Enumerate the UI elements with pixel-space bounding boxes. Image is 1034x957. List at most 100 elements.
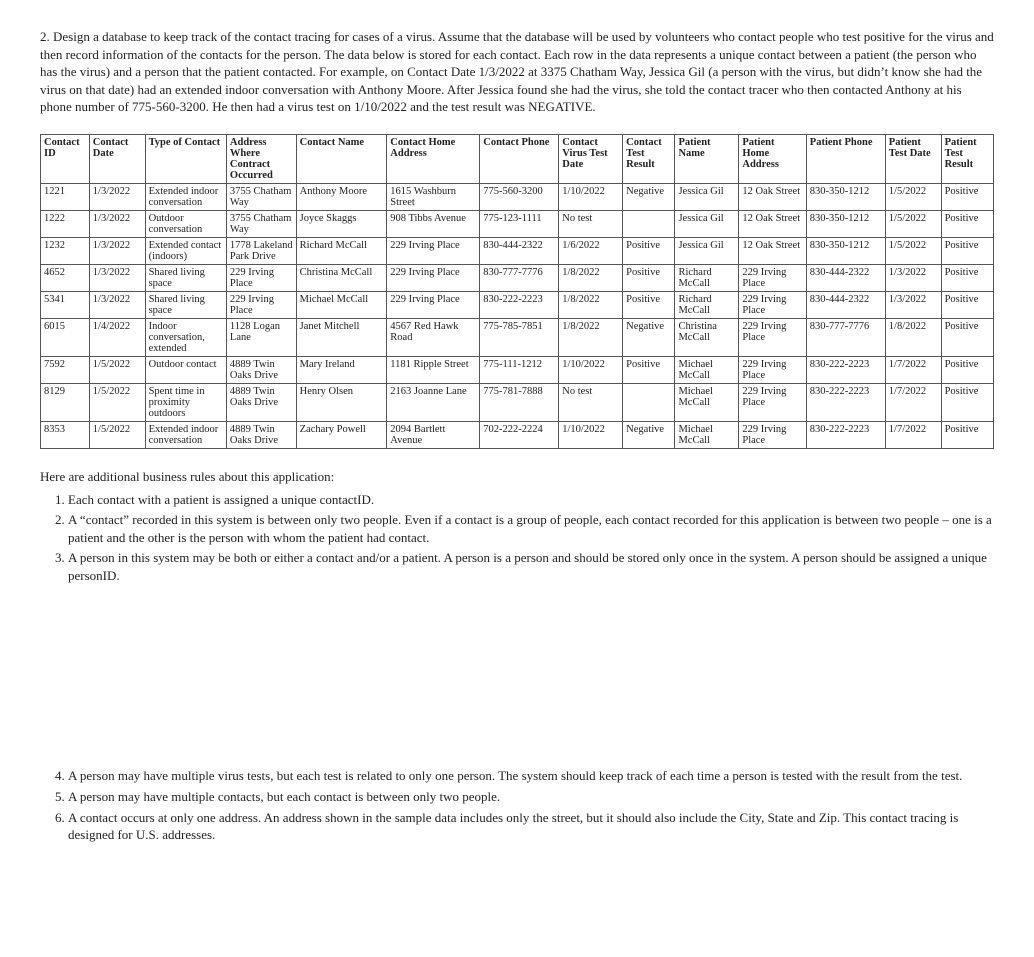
col-header: Type of Contact bbox=[145, 134, 226, 183]
table-cell: Michael McCall bbox=[296, 291, 387, 318]
table-cell: 2094 Bartlett Avenue bbox=[387, 421, 480, 448]
col-header: Patient Phone bbox=[806, 134, 885, 183]
table-cell: 830-222-2223 bbox=[806, 383, 885, 421]
table-cell: 3755 Chatham Way bbox=[226, 183, 296, 210]
table-cell: Richard McCall bbox=[296, 237, 387, 264]
table-cell: 1/3/2022 bbox=[89, 291, 145, 318]
table-cell: 229 Irving Place bbox=[387, 237, 480, 264]
table-row: 12211/3/2022Extended indoor conversation… bbox=[41, 183, 994, 210]
table-cell: Positive bbox=[941, 421, 993, 448]
table-cell: Positive bbox=[941, 183, 993, 210]
table-cell: 1778 Lakeland Park Drive bbox=[226, 237, 296, 264]
table-cell: 229 Irving Place bbox=[739, 383, 806, 421]
table-row: 83531/5/2022Extended indoor conversation… bbox=[41, 421, 994, 448]
table-cell: Extended contact (indoors) bbox=[145, 237, 226, 264]
table-cell: Christina McCall bbox=[296, 264, 387, 291]
table-row: 75921/5/2022Outdoor contact4889 Twin Oak… bbox=[41, 356, 994, 383]
table-cell: Extended indoor conversation bbox=[145, 183, 226, 210]
table-cell: 4652 bbox=[41, 264, 90, 291]
table-cell: 775-123-1111 bbox=[480, 210, 559, 237]
col-header: Contact ID bbox=[41, 134, 90, 183]
table-cell: 1/5/2022 bbox=[89, 356, 145, 383]
table-cell: 1/8/2022 bbox=[559, 264, 623, 291]
table-cell: Positive bbox=[623, 356, 675, 383]
table-cell: 8129 bbox=[41, 383, 90, 421]
table-cell bbox=[623, 383, 675, 421]
table-cell: 4889 Twin Oaks Drive bbox=[226, 383, 296, 421]
table-cell: 908 Tibbs Avenue bbox=[387, 210, 480, 237]
table-cell: 1/10/2022 bbox=[559, 183, 623, 210]
table-row: 53411/3/2022Shared living space 229 Irvin… bbox=[41, 291, 994, 318]
table-cell: 3755 Chatham Way bbox=[226, 210, 296, 237]
rule-item: A person in this system may be both or e… bbox=[68, 549, 994, 584]
table-cell: 229 Irving Place bbox=[739, 421, 806, 448]
contacts-table: Contact IDContact DateType of ContactAdd… bbox=[40, 134, 994, 449]
table-cell: 5341 bbox=[41, 291, 90, 318]
rules-list-top: Each contact with a patient is assigned … bbox=[68, 491, 994, 585]
table-cell: Jessica Gil bbox=[675, 183, 739, 210]
col-header: Contact Date bbox=[89, 134, 145, 183]
col-header: Patient Test Result bbox=[941, 134, 993, 183]
table-cell: 2163 Joanne Lane bbox=[387, 383, 480, 421]
table-cell: Positive bbox=[941, 264, 993, 291]
table-cell: 775-781-7888 bbox=[480, 383, 559, 421]
table-cell: No test bbox=[559, 210, 623, 237]
table-cell: 1/6/2022 bbox=[559, 237, 623, 264]
table-cell: Negative bbox=[623, 183, 675, 210]
table-cell: 1/5/2022 bbox=[89, 383, 145, 421]
col-header: Address Where Contract Occurred bbox=[226, 134, 296, 183]
table-cell: 830-777-7776 bbox=[480, 264, 559, 291]
table-cell: 4567 Red Hawk Road bbox=[387, 318, 480, 356]
table-cell: 830-444-2322 bbox=[806, 291, 885, 318]
table-cell: Positive bbox=[941, 318, 993, 356]
table-cell: 1/3/2022 bbox=[89, 264, 145, 291]
table-cell: No test bbox=[559, 383, 623, 421]
table-cell: Shared living space bbox=[145, 291, 226, 318]
table-cell: Negative bbox=[623, 421, 675, 448]
col-header: Contact Virus Test Date bbox=[559, 134, 623, 183]
intro-paragraph: 2. Design a database to keep track of th… bbox=[40, 28, 994, 116]
table-cell: Positive bbox=[941, 356, 993, 383]
rule-item: A “contact” recorded in this system is b… bbox=[68, 511, 994, 546]
table-cell: Positive bbox=[941, 237, 993, 264]
table-cell: 1/8/2022 bbox=[559, 318, 623, 356]
table-cell: Mary Ireland bbox=[296, 356, 387, 383]
table-cell: Outdoor contact bbox=[145, 356, 226, 383]
table-cell: 775-111-1212 bbox=[480, 356, 559, 383]
table-cell: 830-350-1212 bbox=[806, 210, 885, 237]
table-cell: 1/5/2022 bbox=[885, 237, 941, 264]
table-cell: 1/10/2022 bbox=[559, 421, 623, 448]
table-cell: Janet Mitchell bbox=[296, 318, 387, 356]
table-cell: 6015 bbox=[41, 318, 90, 356]
table-cell: 1/8/2022 bbox=[559, 291, 623, 318]
table-cell: 775-785-7851 bbox=[480, 318, 559, 356]
table-cell: Richard McCall bbox=[675, 291, 739, 318]
table-cell: 229 Irving Place bbox=[387, 291, 480, 318]
table-cell: Jessica Gil bbox=[675, 237, 739, 264]
table-cell: Spent time in proximity outdoors bbox=[145, 383, 226, 421]
table-row: 46521/3/2022Shared living space229 Irvin… bbox=[41, 264, 994, 291]
table-cell: Shared living space bbox=[145, 264, 226, 291]
table-cell: 229 Irving Place bbox=[739, 291, 806, 318]
table-cell: 830-222-2223 bbox=[806, 421, 885, 448]
rules-intro: Here are additional business rules about… bbox=[40, 469, 994, 485]
table-header-row: Contact IDContact DateType of ContactAdd… bbox=[41, 134, 994, 183]
table-cell: 1615 Washburn Street bbox=[387, 183, 480, 210]
table-cell: 4889 Twin Oaks Drive bbox=[226, 421, 296, 448]
table-cell: Jessica Gil bbox=[675, 210, 739, 237]
table-cell: Christina McCall bbox=[675, 318, 739, 356]
table-cell: 12 Oak Street bbox=[739, 183, 806, 210]
table-cell: 830-444-2322 bbox=[806, 264, 885, 291]
table-cell: 1222 bbox=[41, 210, 90, 237]
table-row: 12321/3/2022Extended contact (indoors)17… bbox=[41, 237, 994, 264]
table-cell: 229 Irving Place bbox=[739, 264, 806, 291]
table-cell: Positive bbox=[941, 291, 993, 318]
table-cell: 1/7/2022 bbox=[885, 383, 941, 421]
table-cell: 7592 bbox=[41, 356, 90, 383]
table-row: 60151/4/2022Indoor conversation, extende… bbox=[41, 318, 994, 356]
table-cell: 229 Irving Place bbox=[387, 264, 480, 291]
table-cell: 229 Irving Place bbox=[226, 264, 296, 291]
table-cell: 1128 Logan Lane bbox=[226, 318, 296, 356]
table-cell: Positive bbox=[623, 291, 675, 318]
table-cell: 830-777-7776 bbox=[806, 318, 885, 356]
